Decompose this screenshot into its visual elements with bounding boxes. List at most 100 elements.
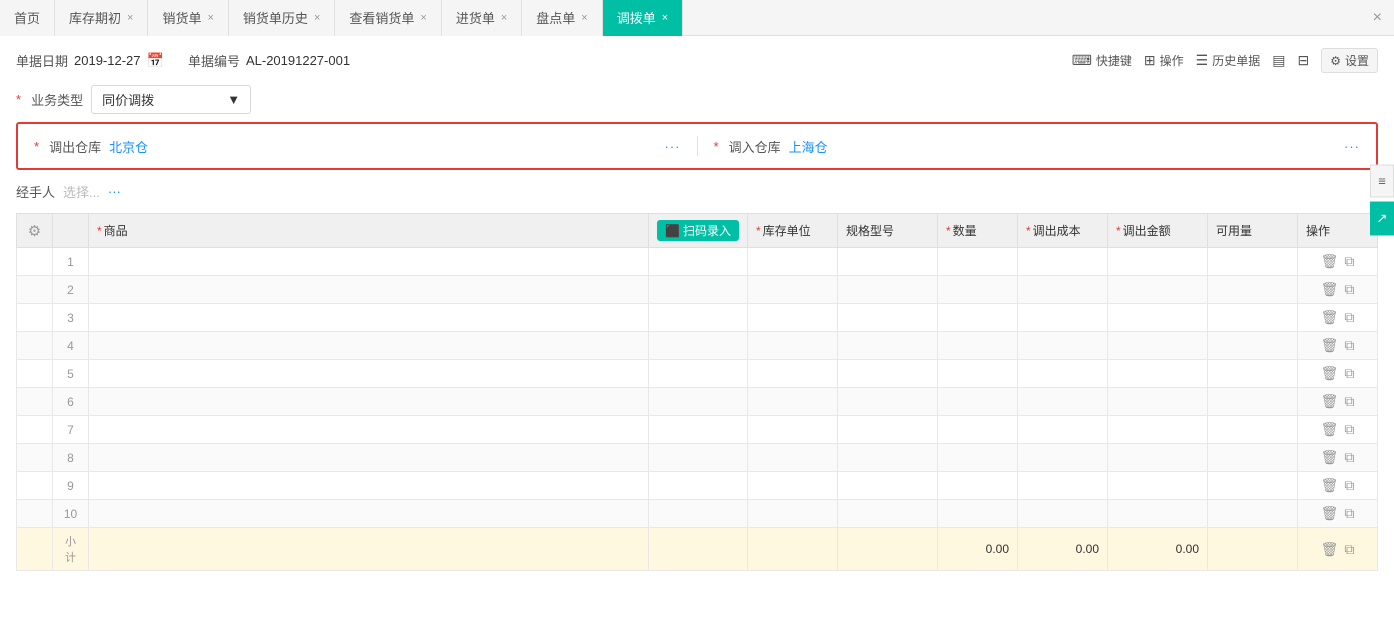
row-amount-cell[interactable] <box>1108 248 1208 276</box>
row-product-cell[interactable] <box>89 304 649 332</box>
row-cost-cell[interactable] <box>1018 416 1108 444</box>
tab-inventory-init[interactable]: 库存期初 × <box>55 0 148 36</box>
tab-home[interactable]: 首页 <box>0 0 55 36</box>
row-cost-cell[interactable] <box>1018 444 1108 472</box>
row-product-cell[interactable] <box>89 332 649 360</box>
operations-btn[interactable]: ⊞ 操作 <box>1144 52 1184 69</box>
row-product-cell[interactable] <box>89 416 649 444</box>
row-cost-cell[interactable] <box>1018 276 1108 304</box>
row-unit-cell[interactable] <box>748 500 838 528</box>
row-delete-icon[interactable]: 🗑 <box>1321 309 1339 326</box>
row-unit-cell[interactable] <box>748 388 838 416</box>
row-unit-cell[interactable] <box>748 248 838 276</box>
shortcuts-btn[interactable]: ⌨ 快捷键 <box>1072 52 1132 69</box>
calendar-icon[interactable]: 📅 <box>147 52 164 69</box>
row-copy-icon[interactable]: ⧉ <box>1344 281 1354 298</box>
row-product-cell[interactable] <box>89 360 649 388</box>
row-qty-cell[interactable] <box>938 360 1018 388</box>
row-copy-icon[interactable]: ⧉ <box>1344 309 1354 326</box>
row-qty-cell[interactable] <box>938 332 1018 360</box>
row-amount-cell[interactable] <box>1108 332 1208 360</box>
row-qty-cell[interactable] <box>938 416 1018 444</box>
row-spec-cell[interactable] <box>838 304 938 332</box>
scan-entry-btn[interactable]: ⬛ 扫码录入 <box>657 220 739 241</box>
row-delete-icon[interactable]: 🗑 <box>1321 337 1339 354</box>
row-product-cell[interactable] <box>89 444 649 472</box>
row-copy-icon[interactable]: ⧉ <box>1344 365 1354 382</box>
row-cost-cell[interactable] <box>1018 472 1108 500</box>
row-amount-cell[interactable] <box>1108 360 1208 388</box>
row-amount-cell[interactable] <box>1108 276 1208 304</box>
table-settings-gear-icon[interactable]: ⚙ <box>25 222 44 240</box>
row-delete-icon[interactable]: 🗑 <box>1321 421 1339 438</box>
row-product-cell[interactable] <box>89 472 649 500</box>
row-product-cell[interactable] <box>89 388 649 416</box>
row-unit-cell[interactable] <box>748 360 838 388</box>
row-cost-cell[interactable] <box>1018 360 1108 388</box>
right-list-btn[interactable]: ≡ <box>1370 165 1394 198</box>
row-delete-icon[interactable]: 🗑 <box>1321 281 1339 298</box>
row-qty-cell[interactable] <box>938 276 1018 304</box>
tab-sales-history[interactable]: 销货单历史 × <box>229 0 335 36</box>
row-qty-cell[interactable] <box>938 304 1018 332</box>
row-qty-cell[interactable] <box>938 444 1018 472</box>
row-unit-cell[interactable] <box>748 416 838 444</box>
row-delete-icon[interactable]: 🗑 <box>1321 253 1339 270</box>
row-delete-icon[interactable]: 🗑 <box>1321 449 1339 466</box>
row-product-cell[interactable] <box>89 500 649 528</box>
row-spec-cell[interactable] <box>838 444 938 472</box>
row-qty-cell[interactable] <box>938 388 1018 416</box>
row-unit-cell[interactable] <box>748 472 838 500</box>
row-spec-cell[interactable] <box>838 416 938 444</box>
row-spec-cell[interactable] <box>838 276 938 304</box>
row-delete-icon[interactable]: 🗑 <box>1321 505 1339 522</box>
tab-inventory-check-close[interactable]: × <box>581 12 587 24</box>
right-export-btn[interactable]: ↗ <box>1370 202 1394 236</box>
tab-view-sales-close[interactable]: × <box>420 12 426 24</box>
row-spec-cell[interactable] <box>838 500 938 528</box>
row-copy-icon[interactable]: ⧉ <box>1344 505 1354 522</box>
row-delete-icon[interactable]: 🗑 <box>1321 393 1339 410</box>
window-close-btn[interactable]: × <box>1361 9 1394 27</box>
tab-transfer[interactable]: 调拨单 × <box>603 0 683 36</box>
row-amount-cell[interactable] <box>1108 472 1208 500</box>
row-qty-cell[interactable] <box>938 248 1018 276</box>
row-copy-icon[interactable]: ⧉ <box>1344 253 1354 270</box>
history-btn[interactable]: ☰ 历史单据 <box>1196 52 1261 69</box>
tab-view-sales[interactable]: 查看销货单 × <box>335 0 441 36</box>
row-spec-cell[interactable] <box>838 360 938 388</box>
row-unit-cell[interactable] <box>748 332 838 360</box>
row-qty-cell[interactable] <box>938 500 1018 528</box>
row-amount-cell[interactable] <box>1108 304 1208 332</box>
biz-type-select[interactable]: 同价调拨 ▼ <box>91 85 251 114</box>
handler-more-btn[interactable]: ··· <box>108 184 121 199</box>
row-delete-icon[interactable]: 🗑 <box>1321 365 1339 382</box>
tab-transfer-close[interactable]: × <box>662 12 668 24</box>
row-copy-icon[interactable]: ⧉ <box>1344 477 1354 494</box>
row-spec-cell[interactable] <box>838 332 938 360</box>
row-amount-cell[interactable] <box>1108 500 1208 528</box>
row-cost-cell[interactable] <box>1018 388 1108 416</box>
tab-inventory-check[interactable]: 盘点单 × <box>522 0 602 36</box>
layout-btn1[interactable]: ▤ <box>1272 52 1285 69</box>
row-cost-cell[interactable] <box>1018 500 1108 528</box>
tab-purchase[interactable]: 进货单 × <box>442 0 522 36</box>
row-unit-cell[interactable] <box>748 444 838 472</box>
tab-inventory-init-close[interactable]: × <box>127 12 133 24</box>
subtotal-delete-icon[interactable]: 🗑 <box>1321 541 1339 558</box>
handler-placeholder[interactable]: 选择... <box>63 182 100 201</box>
row-cost-cell[interactable] <box>1018 332 1108 360</box>
row-unit-cell[interactable] <box>748 276 838 304</box>
row-copy-icon[interactable]: ⧉ <box>1344 393 1354 410</box>
in-warehouse-more-btn[interactable]: ··· <box>1344 139 1360 154</box>
row-spec-cell[interactable] <box>838 248 938 276</box>
tab-sales-history-close[interactable]: × <box>314 12 320 24</box>
row-amount-cell[interactable] <box>1108 444 1208 472</box>
row-copy-icon[interactable]: ⧉ <box>1344 421 1354 438</box>
row-amount-cell[interactable] <box>1108 416 1208 444</box>
out-warehouse-more-btn[interactable]: ··· <box>665 139 681 154</box>
row-unit-cell[interactable] <box>748 304 838 332</box>
row-spec-cell[interactable] <box>838 472 938 500</box>
tab-sales-order[interactable]: 销货单 × <box>148 0 228 36</box>
col-settings-header[interactable]: ⚙ <box>17 214 53 248</box>
